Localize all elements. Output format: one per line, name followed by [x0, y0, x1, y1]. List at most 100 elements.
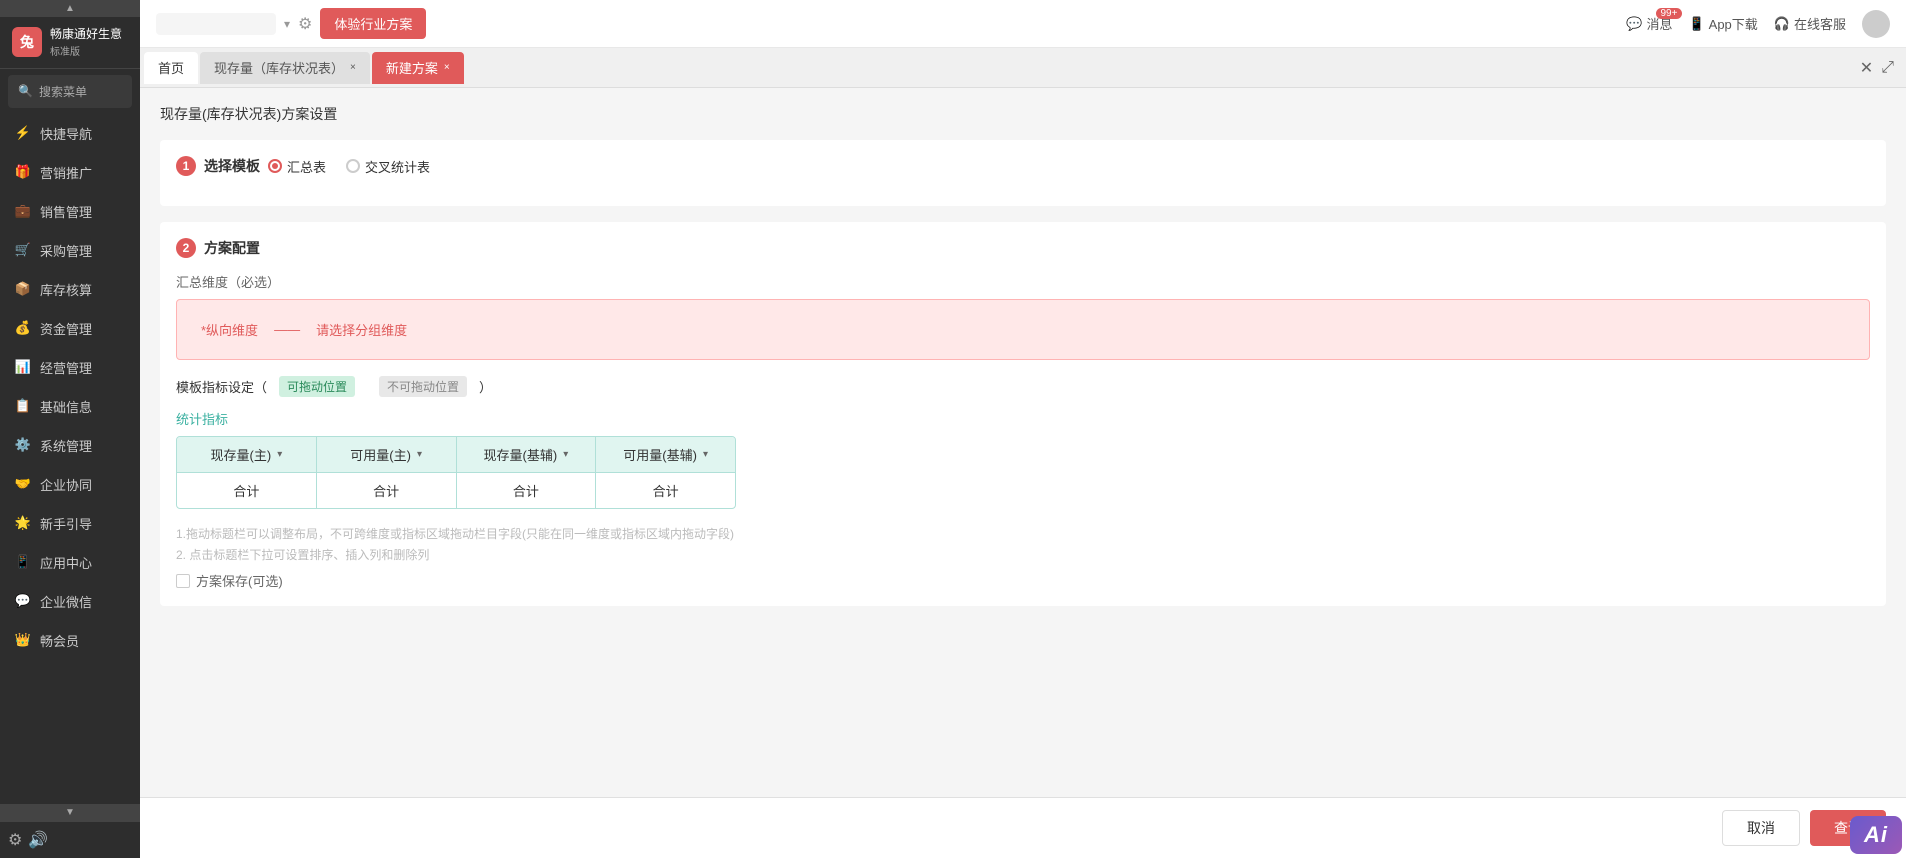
app-label: App下载: [1709, 14, 1758, 33]
search-icon: 🔍: [18, 84, 33, 98]
sidebar-item-operation[interactable]: 📊 经营管理: [0, 348, 140, 387]
sidebar-search[interactable]: 🔍 搜索菜单: [8, 75, 132, 108]
sound-icon[interactable]: 🔊: [28, 830, 48, 850]
logo-icon: 兔: [12, 27, 42, 57]
finance-icon: 💰: [14, 319, 32, 337]
section1-title: 选择模板: [204, 156, 260, 176]
wechat-label: 企业微信: [40, 592, 92, 611]
stats-header-col2[interactable]: 可用量(主) ▾: [317, 437, 457, 472]
avatar-image: [1862, 10, 1890, 38]
radio-summary-label: 汇总表: [287, 157, 326, 176]
stats-header-col1-chevron: ▾: [277, 449, 282, 460]
topbar-chevron-icon[interactable]: ▾: [284, 17, 290, 31]
sidebar-item-sales[interactable]: 💼 销售管理: [0, 192, 140, 231]
tab-inventory-close-icon[interactable]: ×: [350, 62, 356, 73]
tips-section: 1.拖动标题栏可以调整布局，不可跨维度或指标区域拖动栏目字段(只能在同一维度或指…: [176, 525, 1870, 563]
tab-close-all-icon[interactable]: ✕: [1860, 58, 1873, 78]
tabs-bar: 首页 现存量（库存状况表） × 新建方案 × ✕ ⤢: [140, 48, 1906, 88]
sidebar-item-purchase[interactable]: 🛒 采购管理: [0, 231, 140, 270]
metrics-setting: 模板指标设定（ 可拖动位置 不可拖动位置 ）: [176, 376, 1870, 397]
radio-cross[interactable]: 交叉统计表: [346, 157, 430, 176]
dimension-dash: ——: [274, 322, 300, 337]
service-label: 在线客服: [1794, 14, 1846, 33]
cooperation-icon: 🤝: [14, 475, 32, 493]
dimension-placeholder: 请选择分组维度: [316, 320, 407, 339]
marketing-label: 营销推广: [40, 163, 92, 182]
member-icon: 👑: [14, 631, 32, 649]
app-icon: 📱: [1688, 16, 1704, 32]
member-label: 畅会员: [40, 631, 79, 650]
section2-num: 2: [176, 238, 196, 258]
sidebar-item-basic[interactable]: 📋 基础信息: [0, 387, 140, 426]
stats-header-col3-chevron: ▾: [563, 449, 568, 460]
radio-summary-dot: [268, 159, 282, 173]
tab-inventory[interactable]: 现存量（库存状况表） ×: [200, 52, 370, 84]
stats-header-col3[interactable]: 现存量(基辅) ▾: [457, 437, 597, 472]
stats-table-header: 现存量(主) ▾ 可用量(主) ▾ 现存量(基辅) ▾ 可用量(基辅): [177, 437, 735, 472]
sidebar-scroll-up[interactable]: ▲: [0, 0, 140, 17]
operation-label: 经营管理: [40, 358, 92, 377]
quick-nav-label: 快捷导航: [40, 124, 92, 143]
app-download-btn[interactable]: 📱 App下载: [1688, 14, 1757, 33]
marketing-icon: 🎁: [14, 163, 32, 181]
sidebar-item-inventory[interactable]: 📦 库存核算: [0, 270, 140, 309]
newguide-icon: 🌟: [14, 514, 32, 532]
save-option-label: 方案保存(可选): [196, 571, 283, 590]
tab-home[interactable]: 首页: [144, 52, 198, 84]
sidebar-item-finance[interactable]: 💰 资金管理: [0, 309, 140, 348]
metrics-draggable-tag: 可拖动位置: [279, 376, 355, 397]
topbar-input[interactable]: [156, 13, 276, 35]
stats-header-col4-label: 可用量(基辅): [623, 445, 697, 464]
stats-cell-1: 合计: [177, 473, 317, 508]
sidebar-item-member[interactable]: 👑 畅会员: [0, 621, 140, 660]
sidebar-item-appcenter[interactable]: 📱 应用中心: [0, 543, 140, 582]
dimension-label: 汇总维度（必选）: [176, 272, 1870, 291]
sidebar-item-wechat[interactable]: 💬 企业微信: [0, 582, 140, 621]
tab-new-plan[interactable]: 新建方案 ×: [372, 52, 464, 84]
sidebar-item-cooperation[interactable]: 🤝 企业协同: [0, 465, 140, 504]
topbar-gear-icon[interactable]: ⚙: [298, 14, 312, 34]
stats-header-col2-chevron: ▾: [417, 449, 422, 460]
radio-summary[interactable]: 汇总表: [268, 157, 326, 176]
purchase-label: 采购管理: [40, 241, 92, 260]
tab-expand-icon[interactable]: ⤢: [1881, 59, 1894, 77]
stats-cell-4: 合计: [596, 473, 735, 508]
app-name: 畅康通好生意: [50, 27, 122, 43]
topbar-left: ▾ ⚙ 体验行业方案: [156, 8, 1614, 39]
service-btn[interactable]: 🎧 在线客服: [1774, 14, 1846, 33]
sidebar-item-system[interactable]: ⚙️ 系统管理: [0, 426, 140, 465]
radio-cross-dot: [346, 159, 360, 173]
section2-title: 方案配置: [204, 238, 260, 258]
app-sub: 标准版: [50, 43, 122, 58]
message-btn[interactable]: 💬 消息 99+: [1626, 14, 1672, 33]
stats-cell-3: 合计: [457, 473, 597, 508]
sidebar-scroll-down[interactable]: ▼: [0, 804, 140, 821]
tabs-right: ✕ ⤢: [1860, 58, 1902, 78]
dimension-area[interactable]: *纵向维度 —— 请选择分组维度: [176, 299, 1870, 360]
sidebar-item-quick-nav[interactable]: ⚡ 快捷导航: [0, 114, 140, 153]
user-avatar[interactable]: [1862, 10, 1890, 38]
metrics-close: ）: [479, 377, 492, 396]
metrics-label: 模板指标设定（: [176, 377, 267, 396]
trial-btn[interactable]: 体验行业方案: [320, 8, 426, 39]
save-checkbox[interactable]: [176, 574, 190, 588]
inventory-icon: 📦: [14, 280, 32, 298]
cancel-button[interactable]: 取消: [1722, 810, 1800, 846]
stats-header-col2-label: 可用量(主): [350, 445, 411, 464]
tab-new-plan-label: 新建方案: [386, 58, 438, 77]
sidebar-item-marketing[interactable]: 🎁 营销推广: [0, 153, 140, 192]
stats-cell-2: 合计: [317, 473, 457, 508]
stats-header-col4[interactable]: 可用量(基辅) ▾: [596, 437, 735, 472]
save-option: 方案保存(可选): [176, 571, 1870, 590]
sidebar-nav: ⚡ 快捷导航 🎁 营销推广 💼 销售管理 🛒 采购管理 📦 库存核算 💰 资金管…: [0, 114, 140, 804]
service-icon: 🎧: [1774, 16, 1790, 32]
stats-header-col1[interactable]: 现存量(主) ▾: [177, 437, 317, 472]
section2-header: 2 方案配置: [176, 238, 1870, 258]
settings-icon[interactable]: ⚙: [8, 830, 22, 850]
section-template: 1 选择模板 汇总表 交叉统计表: [160, 140, 1886, 206]
inventory-label: 库存核算: [40, 280, 92, 299]
tab-new-plan-close-icon[interactable]: ×: [444, 62, 450, 73]
template-radio-group: 汇总表 交叉统计表: [268, 157, 430, 176]
sidebar-logo: 兔 畅康通好生意 标准版: [0, 17, 140, 69]
sidebar-item-newguide[interactable]: 🌟 新手引导: [0, 504, 140, 543]
